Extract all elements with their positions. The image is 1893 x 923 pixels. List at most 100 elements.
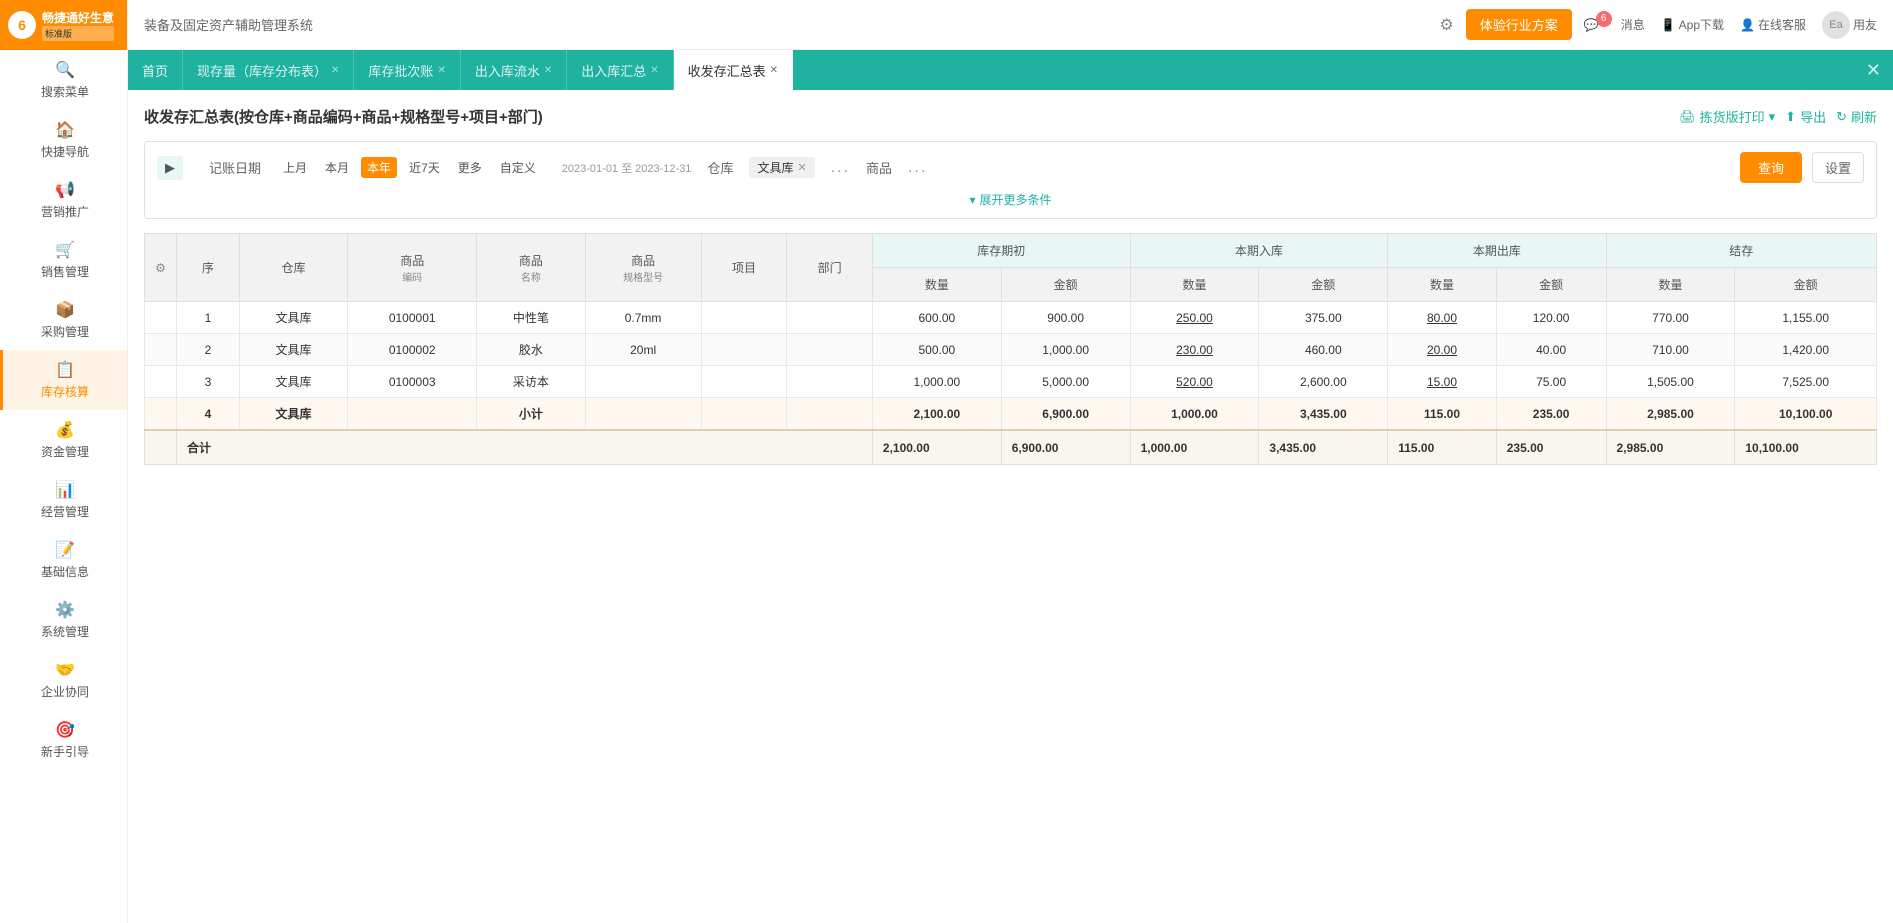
sidebar-item-label: 营销推广 xyxy=(41,203,89,220)
trial-button[interactable]: 体验行业方案 xyxy=(1466,9,1572,40)
row-in-qty: 1,000.00 xyxy=(1130,398,1259,431)
row-no: 4 xyxy=(177,398,240,431)
row-opening-amt: 900.00 xyxy=(1001,302,1130,334)
row-settings[interactable] xyxy=(145,398,177,431)
refresh-button[interactable]: ↻ 刷新 xyxy=(1836,107,1877,126)
row-out-amt: 75.00 xyxy=(1496,366,1606,398)
sidebar-item-quicknav[interactable]: 🏠快捷导航 xyxy=(0,110,127,170)
row-in-qty[interactable]: 520.00 xyxy=(1130,366,1259,398)
col-opening-amt: 金额 xyxy=(1001,268,1130,302)
warehouse-tag-value: 文具库 xyxy=(757,159,793,176)
tab-stock_dist[interactable]: 现存量（库存分布表） ✕ xyxy=(183,50,354,90)
print-button[interactable]: 🖨 拣货版打印 ▾ xyxy=(1679,107,1775,126)
goods-filter-dots[interactable]: ... xyxy=(908,159,927,177)
col-no: 序 xyxy=(177,234,240,302)
tab-batch[interactable]: 库存批次账 ✕ xyxy=(354,50,460,90)
date-opt-this-month[interactable]: 本月 xyxy=(319,157,355,178)
sidebar-item-search[interactable]: 🔍搜索菜单 xyxy=(0,50,127,110)
row-settings[interactable] xyxy=(145,302,177,334)
tab-home[interactable]: 首页 xyxy=(128,50,183,90)
date-opt-more[interactable]: 更多 xyxy=(452,157,488,178)
footer-in-qty: 1,000.00 xyxy=(1130,430,1259,465)
row-out-qty[interactable]: 15.00 xyxy=(1388,366,1497,398)
sidebar-item-inventory[interactable]: 📋库存核算 xyxy=(0,350,127,410)
date-opt-7days[interactable]: 近7天 xyxy=(403,157,446,178)
sidebar-item-system[interactable]: ⚙️系统管理 xyxy=(0,590,127,650)
main-table: ⚙ 序 仓库 商品编码 商品名称 商品规格型号 项目 部门 库存期初 本期入库 … xyxy=(144,233,1877,465)
sidebar-item-label: 企业协同 xyxy=(41,683,89,700)
user-action[interactable]: Ea 用友 xyxy=(1822,11,1877,39)
row-settings[interactable] xyxy=(145,334,177,366)
filter-toggle-btn[interactable]: ▶ xyxy=(157,156,183,180)
close-all-icon[interactable]: ✕ xyxy=(1866,60,1893,81)
tab-close-recv_send[interactable]: ✕ xyxy=(770,65,778,76)
row-code: 0100002 xyxy=(348,334,477,366)
logo-icon: 6 xyxy=(8,11,36,39)
warehouse-filter-label: 仓库 xyxy=(707,158,733,177)
date-opt-this-year[interactable]: 本年 xyxy=(361,157,397,178)
row-out-qty[interactable]: 80.00 xyxy=(1388,302,1497,334)
row-name: 中性笔 xyxy=(477,302,585,334)
page-title: 收发存汇总表(按仓库+商品编码+商品+规格型号+项目+部门) xyxy=(144,106,543,127)
col-settings[interactable]: ⚙ xyxy=(145,234,177,302)
date-opt-last-month[interactable]: 上月 xyxy=(277,157,313,178)
sidebar-item-label: 搜索菜单 xyxy=(41,83,89,100)
tab-close-inout_flow[interactable]: ✕ xyxy=(544,65,552,76)
sidebar-item-guide[interactable]: 🎯新手引导 xyxy=(0,710,127,770)
sidebar-item-operation[interactable]: 📊经营管理 xyxy=(0,470,127,530)
tab-close-inout_sum[interactable]: ✕ xyxy=(650,65,658,76)
row-warehouse: 文具库 xyxy=(239,398,347,431)
sidebar-item-basic[interactable]: 📝基础信息 xyxy=(0,530,127,590)
row-no: 3 xyxy=(177,366,240,398)
footer-label: 合计 xyxy=(177,430,873,465)
user-label: 用友 xyxy=(1853,16,1877,33)
sidebar-logo: 6 畅捷通好生意 标准版 xyxy=(0,0,127,50)
col-out-amt: 金额 xyxy=(1496,268,1606,302)
logo-text: 畅捷通好生意 标准版 xyxy=(42,9,114,41)
date-filter-label: 记账日期 xyxy=(209,158,261,177)
export-button[interactable]: ⬆ 导出 xyxy=(1785,107,1826,126)
sidebar-item-label: 基础信息 xyxy=(41,563,89,580)
page-title-bar: 收发存汇总表(按仓库+商品编码+商品+规格型号+项目+部门) 🖨 拣货版打印 ▾… xyxy=(144,106,1877,127)
tab-label: 首页 xyxy=(142,61,168,80)
table-row: 4 文具库 小计 2,100.00 6,900.00 1,000.00 3,43… xyxy=(145,398,1877,431)
row-in-qty[interactable]: 230.00 xyxy=(1130,334,1259,366)
row-name: 小计 xyxy=(477,398,585,431)
tab-close-stock_dist[interactable]: ✕ xyxy=(331,65,339,76)
col-in-amt: 金额 xyxy=(1259,268,1388,302)
refresh-icon: ↻ xyxy=(1836,109,1847,125)
col-warehouse: 仓库 xyxy=(239,234,347,302)
row-project xyxy=(701,302,787,334)
row-dept xyxy=(787,302,873,334)
row-out-qty[interactable]: 20.00 xyxy=(1388,334,1497,366)
warehouse-filter-dots[interactable]: ... xyxy=(831,159,850,177)
row-spec: 20ml xyxy=(585,334,701,366)
sidebar-item-label: 系统管理 xyxy=(41,623,89,640)
sidebar-item-purchase[interactable]: 📦采购管理 xyxy=(0,290,127,350)
sidebar-item-enterprise[interactable]: 🤝企业协同 xyxy=(0,650,127,710)
sidebar-item-marketing[interactable]: 📢营销推广 xyxy=(0,170,127,230)
row-settings[interactable] xyxy=(145,366,177,398)
settings-icon[interactable]: ⚙ xyxy=(1439,15,1453,35)
warehouse-tag-remove[interactable]: ✕ xyxy=(797,161,806,174)
topbar: 装备及固定资产辅助管理系统 ⚙ 体验行业方案 💬 6 消息 📱 App下载 👤 … xyxy=(128,0,1893,50)
query-button[interactable]: 查询 xyxy=(1740,152,1802,183)
sidebar-item-sales[interactable]: 🛒销售管理 xyxy=(0,230,127,290)
expand-filter-row[interactable]: ▾ 展开更多条件 xyxy=(157,191,1864,208)
row-project xyxy=(701,334,787,366)
date-opt-custom[interactable]: 自定义 xyxy=(494,157,542,178)
tab-recv_send[interactable]: 收发存汇总表 ✕ xyxy=(674,50,793,90)
message-action[interactable]: 💬 6 消息 xyxy=(1584,16,1645,33)
filter-setting-button[interactable]: 设置 xyxy=(1812,152,1864,183)
col-name: 商品名称 xyxy=(477,234,585,302)
tab-close-batch[interactable]: ✕ xyxy=(437,65,445,76)
row-balance-qty: 710.00 xyxy=(1606,334,1735,366)
sidebar-item-finance[interactable]: 💰资金管理 xyxy=(0,410,127,470)
row-in-qty[interactable]: 250.00 xyxy=(1130,302,1259,334)
service-action[interactable]: 👤 在线客服 xyxy=(1740,16,1806,33)
tabbar: 首页现存量（库存分布表） ✕库存批次账 ✕出入库流水 ✕出入库汇总 ✕收发存汇总… xyxy=(128,50,1893,90)
app-download-action[interactable]: 📱 App下载 xyxy=(1661,16,1724,33)
tab-inout_sum[interactable]: 出入库汇总 ✕ xyxy=(567,50,673,90)
tab-label: 出入库汇总 xyxy=(581,61,646,80)
tab-inout_flow[interactable]: 出入库流水 ✕ xyxy=(461,50,567,90)
